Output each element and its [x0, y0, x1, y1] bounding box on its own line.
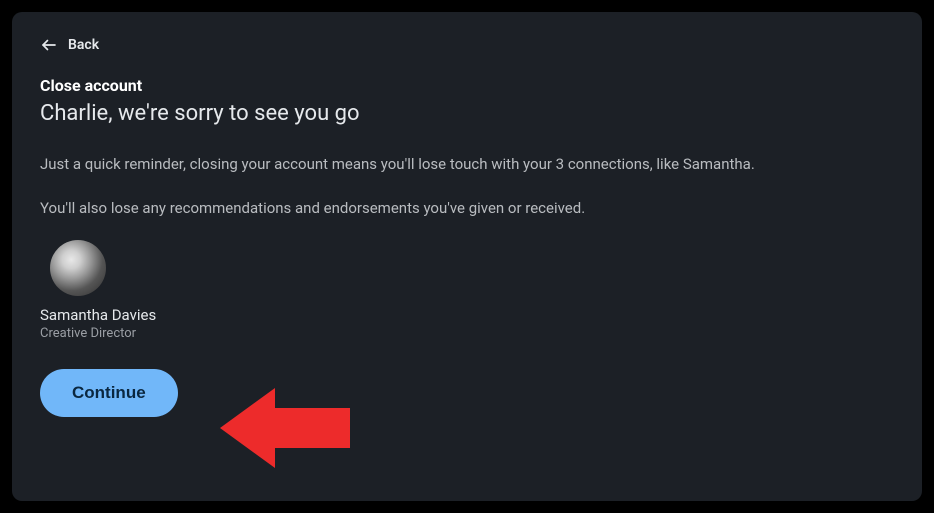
annotation-arrow-icon — [220, 383, 350, 473]
section-title: Close account — [40, 76, 894, 95]
warning-text-connections: Just a quick reminder, closing your acco… — [40, 154, 894, 176]
connection-name: Samantha Davies — [40, 306, 156, 324]
page-headline: Charlie, we're sorry to see you go — [40, 101, 894, 126]
avatar — [50, 240, 106, 296]
connection-card: Samantha Davies Creative Director — [40, 240, 894, 341]
warning-text-endorsements: You'll also lose any recommendations and… — [40, 198, 894, 220]
close-account-panel: Back Close account Charlie, we're sorry … — [12, 12, 922, 501]
arrow-left-icon — [40, 36, 58, 54]
back-button[interactable]: Back — [40, 36, 894, 54]
connection-role: Creative Director — [40, 326, 136, 341]
back-label: Back — [68, 37, 99, 53]
continue-button[interactable]: Continue — [40, 369, 178, 417]
